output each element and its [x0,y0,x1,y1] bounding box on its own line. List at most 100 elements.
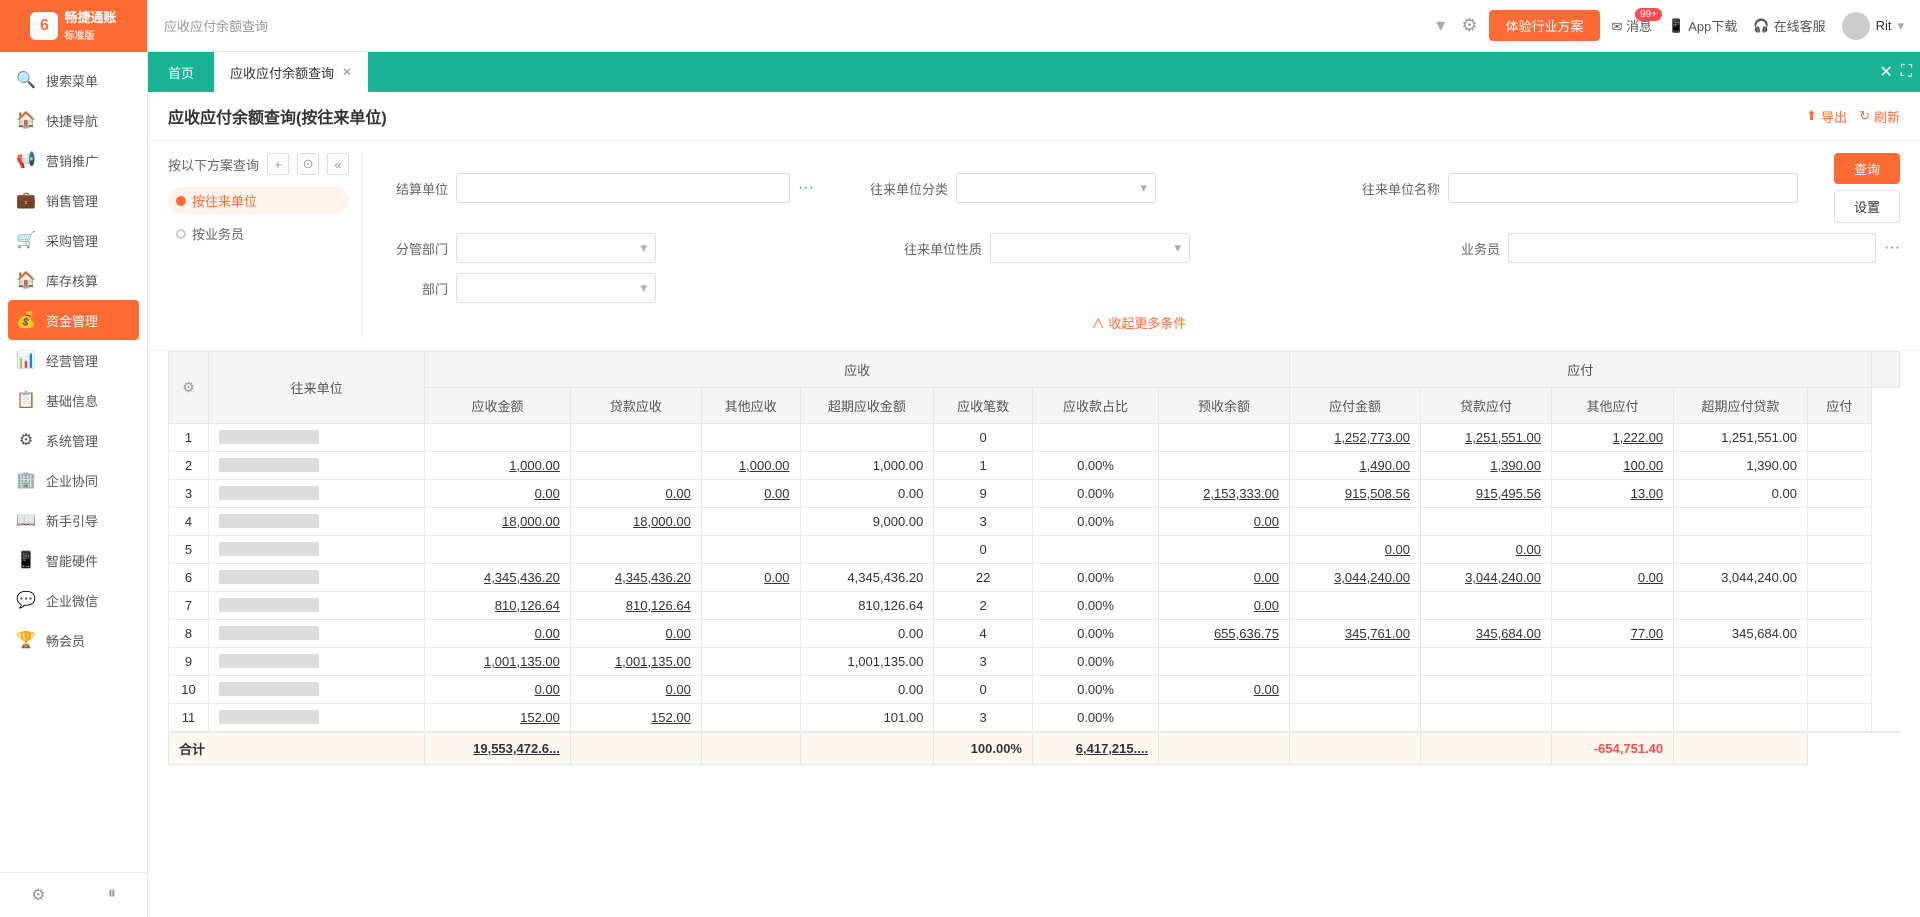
table-cell[interactable]: 0.00 [570,676,701,704]
table-cell[interactable] [1551,592,1673,620]
table-cell[interactable] [1421,704,1552,733]
filter-option-by-staff[interactable]: 按业务员 [168,220,349,247]
user-profile[interactable]: Rit ▾ [1842,12,1904,40]
table-cell[interactable]: 1,252,773.00 [1290,424,1421,452]
table-cell[interactable]: 0.00 [1421,536,1552,564]
table-cell[interactable]: 1,251,551.00 [1421,424,1552,452]
unit-nature-select-wrapper[interactable]: ▾ [990,233,1190,263]
table-cell[interactable] [701,424,800,452]
table-cell[interactable] [1290,508,1421,536]
export-btn[interactable]: ⬆ 导出 [1806,107,1847,126]
table-cell[interactable] [701,704,800,733]
settlement-dots-btn[interactable]: ··· [798,179,814,197]
table-cell[interactable]: 152.00 [425,704,571,733]
table-cell[interactable] [701,536,800,564]
sidebar-settings-btn[interactable]: ⚙ [31,885,45,905]
topbar-dropdown-icon[interactable]: ▾ [1436,15,1445,36]
sidebar-item-inventory[interactable]: 🏠 库存核算 [0,260,147,300]
table-cell[interactable] [1290,648,1421,676]
sidebar-item-quick-nav[interactable]: 🏠 快捷导航 [0,100,147,140]
close-window-btn[interactable]: ✕ [1879,62,1892,82]
tab-ar-ap[interactable]: 应收应付余额查询 ✕ [214,52,368,92]
table-cell[interactable] [1421,508,1552,536]
table-cell[interactable]: 0.00 [701,480,800,508]
sidebar-item-search[interactable]: 🔍 搜索菜单 [0,60,147,100]
table-cell[interactable]: 0.00 [701,564,800,592]
tab-close-icon[interactable]: ✕ [342,65,352,79]
table-cell[interactable]: 0.00 [425,676,571,704]
table-cell[interactable] [1159,536,1290,564]
sidebar-item-hardware[interactable]: 📱 智能硬件 [0,540,147,580]
table-cell[interactable]: 0.00 [1159,676,1290,704]
table-cell[interactable] [1551,648,1673,676]
table-cell[interactable]: 0.00 [1551,564,1673,592]
settings-btn[interactable]: 设置 [1834,190,1900,223]
settlement-unit-input[interactable] [456,173,790,203]
unit-category-select-wrapper[interactable]: ▾ [956,173,1156,203]
table-cell[interactable] [701,620,800,648]
table-cell[interactable]: 0.00 [1159,564,1290,592]
table-cell[interactable]: 3,044,240.00 [1421,564,1552,592]
sidebar-item-finance[interactable]: 💰 资金管理 [8,300,139,340]
sidebar-item-member[interactable]: 🏆 畅会员 [0,620,147,660]
table-cell[interactable]: 1,001,135.00 [425,648,571,676]
table-cell[interactable]: 345,684.00 [1421,620,1552,648]
department-select-wrapper[interactable]: ▾ [456,273,656,303]
salesperson-input[interactable] [1508,233,1876,263]
table-cell[interactable] [1290,676,1421,704]
topbar-gear-icon[interactable]: ⚙ [1461,15,1477,36]
table-cell[interactable]: 1,222.00 [1551,424,1673,452]
filter-option-by-unit[interactable]: 按往来单位 [168,187,349,214]
table-cell[interactable]: 655,636.75 [1159,620,1290,648]
sidebar-item-sales[interactable]: 💼 销售管理 [0,180,147,220]
filter-add-btn[interactable]: + [267,153,289,175]
customer-service[interactable]: 🎧 在线客服 [1753,16,1825,35]
table-cell[interactable]: 3,044,240.00 [1290,564,1421,592]
table-cell[interactable]: 18,000.00 [425,508,571,536]
table-cell[interactable] [1159,452,1290,480]
table-cell[interactable]: 810,126.64 [425,592,571,620]
table-cell[interactable]: 13.00 [1551,480,1673,508]
table-cell[interactable]: 18,000.00 [570,508,701,536]
table-cell[interactable]: 2,153,333.00 [1159,480,1290,508]
table-cell[interactable]: 0.00 [425,620,571,648]
table-cell[interactable]: 915,495.56 [1421,480,1552,508]
sidebar-item-operations[interactable]: 📊 经营管理 [0,340,147,380]
table-cell[interactable] [701,676,800,704]
table-cell[interactable] [1290,704,1421,733]
tab-home[interactable]: 首页 [148,52,214,92]
table-cell[interactable]: 1,001,135.00 [570,648,701,676]
table-cell[interactable] [1421,592,1552,620]
table-cell[interactable] [570,424,701,452]
table-cell[interactable]: 915,508.56 [1290,480,1421,508]
sidebar-item-wechat[interactable]: 💬 企业微信 [0,580,147,620]
table-cell[interactable]: 0.00 [570,620,701,648]
table-cell[interactable]: 345,761.00 [1290,620,1421,648]
sidebar-item-system[interactable]: ⚙ 系统管理 [0,420,147,460]
table-cell[interactable]: 0.00 [425,480,571,508]
table-cell[interactable] [701,592,800,620]
table-cell[interactable]: 0.00 [570,480,701,508]
table-gear-icon[interactable]: ⚙ [182,379,195,395]
unit-name-input[interactable] [1448,173,1798,203]
refresh-btn[interactable]: ↻ 刷新 [1859,107,1900,126]
sidebar-item-purchase[interactable]: 🛒 采购管理 [0,220,147,260]
dept-manage-select-wrapper[interactable]: ▾ [456,233,656,263]
table-cell[interactable] [1551,704,1673,733]
notifications[interactable]: ✉ 消息 99+ [1612,16,1653,35]
table-cell[interactable]: 4,345,436.20 [570,564,701,592]
filter-collapse-menu-btn[interactable]: « [327,153,349,175]
sidebar-collapse-btn[interactable]: ⏸ [108,885,116,905]
table-cell[interactable]: 77.00 [1551,620,1673,648]
promo-button[interactable]: 体验行业方案 [1489,10,1599,41]
sidebar-item-guide[interactable]: 📖 新手引导 [0,500,147,540]
footer-ar-total[interactable]: 19,553,472.6... [425,732,571,765]
footer-ar-prepay[interactable]: 6,417,215.... [1033,732,1159,765]
table-cell[interactable] [1290,592,1421,620]
table-cell[interactable] [425,536,571,564]
table-cell[interactable] [1159,704,1290,733]
table-cell[interactable]: 1,390.00 [1421,452,1552,480]
table-cell[interactable] [701,508,800,536]
table-cell[interactable]: 0.00 [1290,536,1421,564]
app-download[interactable]: 📱 App下载 [1668,16,1737,35]
